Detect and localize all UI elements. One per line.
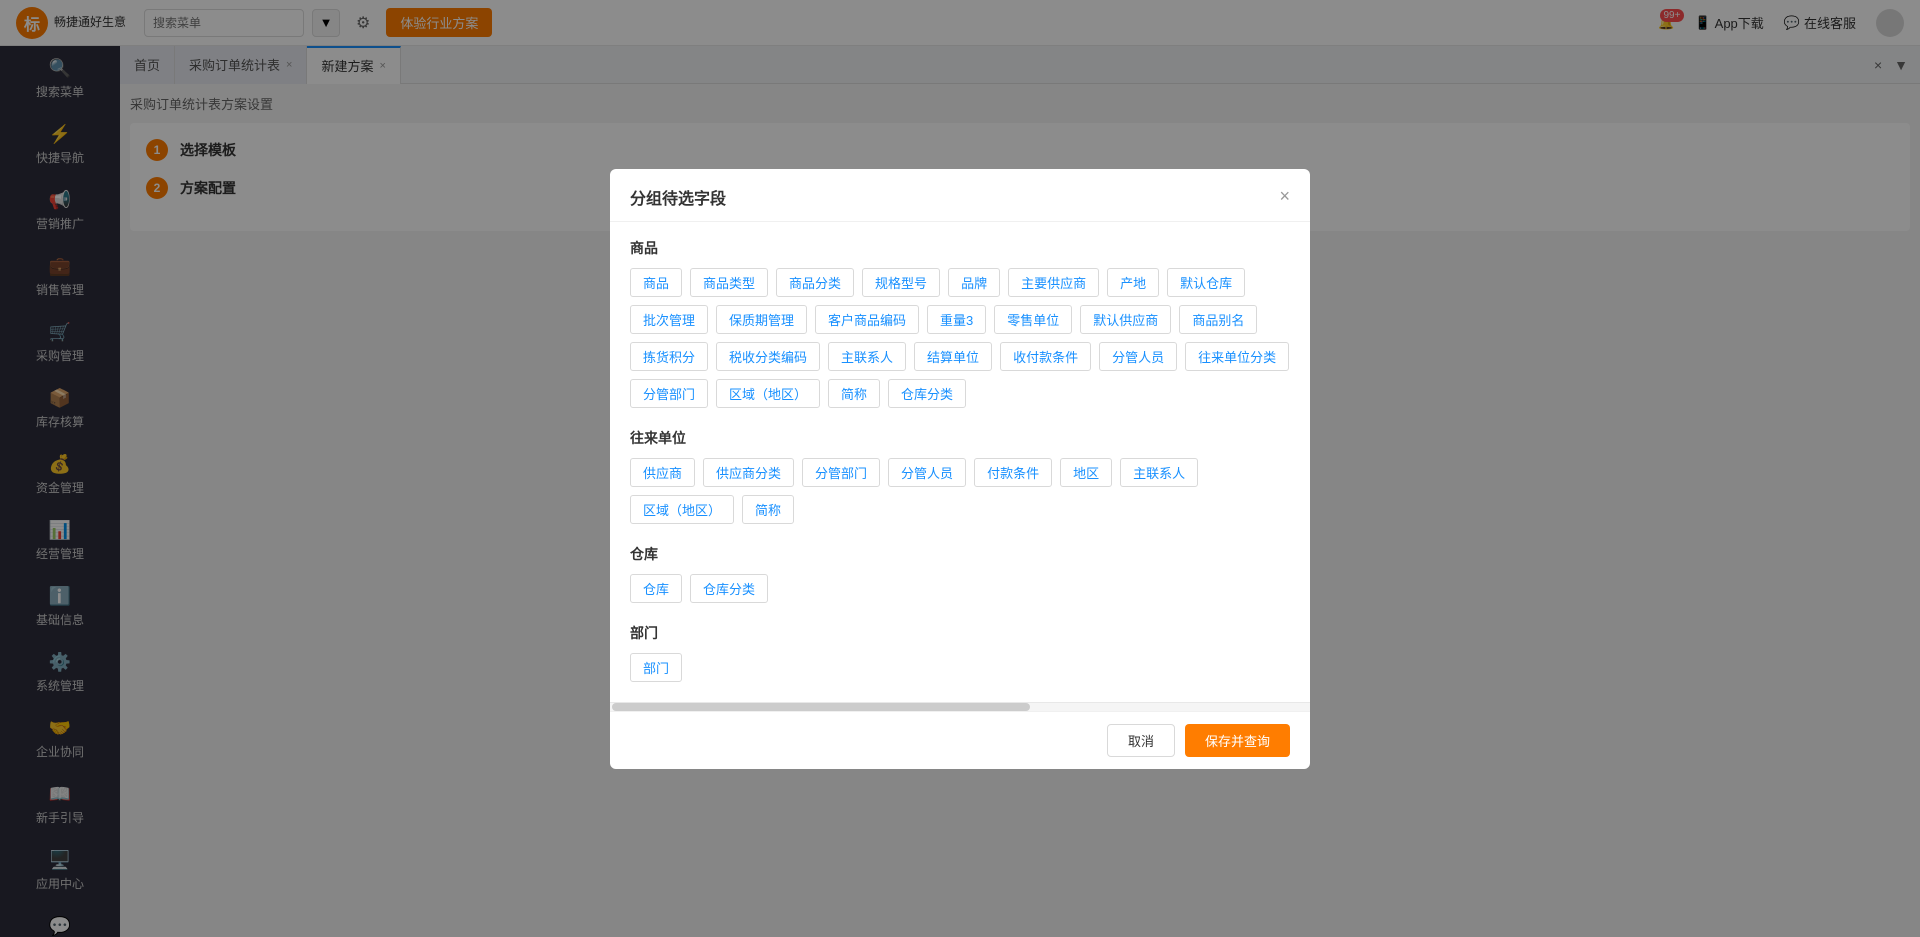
field-tag-0-5[interactable]: 主要供应商 xyxy=(1008,268,1099,297)
section-title-0: 商品 xyxy=(630,238,1290,258)
modal-overlay: 分组待选字段 × 商品商品商品类型商品分类规格型号品牌主要供应商产地默认仓库批次… xyxy=(0,0,1920,937)
field-tag-0-17[interactable]: 主联系人 xyxy=(828,342,906,371)
field-tag-0-3[interactable]: 规格型号 xyxy=(862,268,940,297)
field-tag-0-4[interactable]: 品牌 xyxy=(948,268,1000,297)
field-tag-0-1[interactable]: 商品类型 xyxy=(690,268,768,297)
field-tag-0-19[interactable]: 收付款条件 xyxy=(1000,342,1091,371)
field-tag-0-22[interactable]: 分管部门 xyxy=(630,379,708,408)
field-tag-1-3[interactable]: 分管人员 xyxy=(888,458,966,487)
field-tag-0-7[interactable]: 默认仓库 xyxy=(1167,268,1245,297)
field-tag-0-11[interactable]: 重量3 xyxy=(927,305,986,334)
field-tag-1-6[interactable]: 主联系人 xyxy=(1120,458,1198,487)
field-tags-2: 仓库仓库分类 xyxy=(630,574,1290,603)
field-tag-0-20[interactable]: 分管人员 xyxy=(1099,342,1177,371)
field-tag-2-1[interactable]: 仓库分类 xyxy=(690,574,768,603)
field-tag-0-18[interactable]: 结算单位 xyxy=(914,342,992,371)
field-tag-0-24[interactable]: 简称 xyxy=(828,379,880,408)
field-tags-1: 供应商供应商分类分管部门分管人员付款条件地区主联系人区域（地区） 简称 xyxy=(630,458,1290,524)
field-tag-0-8[interactable]: 批次管理 xyxy=(630,305,708,334)
field-tag-0-12[interactable]: 零售单位 xyxy=(994,305,1072,334)
section-title-3: 部门 xyxy=(630,623,1290,643)
field-tag-1-0[interactable]: 供应商 xyxy=(630,458,695,487)
modal-title: 分组待选字段 xyxy=(630,185,726,209)
field-tag-1-5[interactable]: 地区 xyxy=(1060,458,1112,487)
modal-body: 商品商品商品类型商品分类规格型号品牌主要供应商产地默认仓库批次管理保质期管理客户… xyxy=(610,222,1310,702)
modal-hscrollbar-thumb xyxy=(612,703,1030,711)
modal: 分组待选字段 × 商品商品商品类型商品分类规格型号品牌主要供应商产地默认仓库批次… xyxy=(610,169,1310,769)
field-tag-0-2[interactable]: 商品分类 xyxy=(776,268,854,297)
field-tag-1-2[interactable]: 分管部门 xyxy=(802,458,880,487)
field-tag-1-1[interactable]: 供应商分类 xyxy=(703,458,794,487)
field-tag-0-10[interactable]: 客户商品编码 xyxy=(815,305,919,334)
section-title-2: 仓库 xyxy=(630,544,1290,564)
modal-hscrollbar[interactable] xyxy=(610,702,1310,711)
field-tag-0-13[interactable]: 默认供应商 xyxy=(1080,305,1171,334)
modal-close-button[interactable]: × xyxy=(1279,186,1290,207)
field-tag-1-7[interactable]: 区域（地区） xyxy=(630,495,734,524)
field-tag-0-15[interactable]: 拣货积分 xyxy=(630,342,708,371)
field-tag-0-14[interactable]: 商品别名 xyxy=(1179,305,1257,334)
field-tag-0-23[interactable]: 区域（地区） xyxy=(716,379,820,408)
field-tags-0: 商品商品类型商品分类规格型号品牌主要供应商产地默认仓库批次管理保质期管理客户商品… xyxy=(630,268,1290,408)
field-tag-1-4[interactable]: 付款条件 xyxy=(974,458,1052,487)
field-tag-0-6[interactable]: 产地 xyxy=(1107,268,1159,297)
field-section-0: 商品商品商品类型商品分类规格型号品牌主要供应商产地默认仓库批次管理保质期管理客户… xyxy=(630,238,1290,408)
field-tag-0-21[interactable]: 往来单位分类 xyxy=(1185,342,1289,371)
modal-footer: 取消 保存并查询 xyxy=(610,711,1310,769)
confirm-button[interactable]: 保存并查询 xyxy=(1185,724,1290,757)
field-tags-3: 部门 xyxy=(630,653,1290,682)
field-section-1: 往来单位供应商供应商分类分管部门分管人员付款条件地区主联系人区域（地区） 简称 xyxy=(630,428,1290,524)
field-tag-3-0[interactable]: 部门 xyxy=(630,653,682,682)
field-tag-0-9[interactable]: 保质期管理 xyxy=(716,305,807,334)
field-tag-0-25[interactable]: 仓库分类 xyxy=(888,379,966,408)
field-section-3: 部门部门 xyxy=(630,623,1290,682)
modal-header: 分组待选字段 × xyxy=(610,169,1310,222)
field-tag-0-16[interactable]: 税收分类编码 xyxy=(716,342,820,371)
field-section-2: 仓库仓库仓库分类 xyxy=(630,544,1290,603)
field-tag-0-0[interactable]: 商品 xyxy=(630,268,682,297)
field-tag-2-0[interactable]: 仓库 xyxy=(630,574,682,603)
field-tag-1-8[interactable]: 简称 xyxy=(742,495,794,524)
cancel-button[interactable]: 取消 xyxy=(1107,724,1175,757)
section-title-1: 往来单位 xyxy=(630,428,1290,448)
